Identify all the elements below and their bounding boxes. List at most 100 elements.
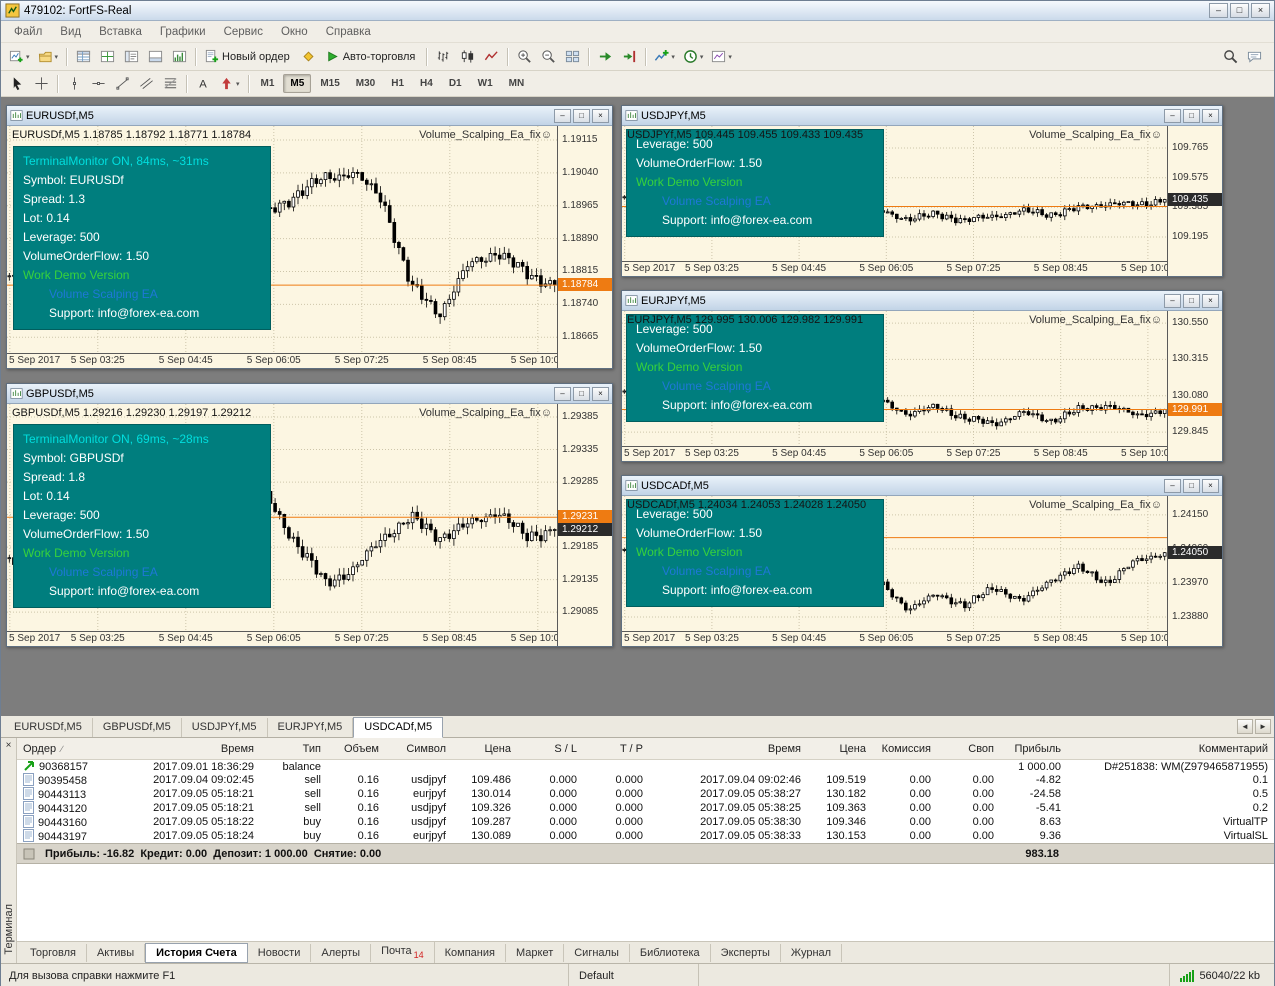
auto-trading-button[interactable]: Авто-торговля	[322, 46, 422, 68]
chart-maximize-button[interactable]: □	[1183, 108, 1200, 123]
terminal-close-button[interactable]: ×	[2, 740, 15, 753]
chart-plot-area[interactable]: TerminalMonitor ON, 69ms, ~28ms Symbol: G…	[7, 404, 557, 631]
column-header-close_price[interactable]: Цена	[807, 743, 872, 755]
chart-maximize-button[interactable]: □	[1183, 293, 1200, 308]
zoom-in-button[interactable]	[513, 46, 535, 68]
chart-maximize-button[interactable]: □	[573, 386, 590, 401]
history-row[interactable]: 90443160 2017.09.05 05:18:22 buy 0.16 usdjpy…	[17, 815, 1274, 829]
time-axis[interactable]: 5 Sep 2017 5 Sep 03:25 5 Sep 04:45 5 Sep 06…	[622, 446, 1167, 461]
chart-close-button[interactable]: ×	[592, 108, 609, 123]
history-row[interactable]: 90368157 2017.09.01 18:36:29 balance 1 000.…	[17, 760, 1274, 773]
time-axis[interactable]: 5 Sep 2017 5 Sep 03:25 5 Sep 04:45 5 Sep 06…	[622, 261, 1167, 276]
terminal-tab-2[interactable]: История Счета	[145, 942, 248, 963]
status-profile[interactable]: Default	[569, 964, 699, 986]
timeframe-mn-button[interactable]: MN	[502, 74, 532, 93]
search-button[interactable]	[1219, 46, 1241, 68]
column-header-swap[interactable]: Своп	[937, 743, 1000, 755]
column-header-commission[interactable]: Комиссия	[872, 743, 937, 755]
chart-tab-eurusdf[interactable]: EURUSDf,M5	[4, 718, 93, 737]
price-scale[interactable]: 1.293851.293351.292851.292351.291851.291…	[557, 404, 612, 646]
title-bar[interactable]: 479102: FortFS-Real – □ ×	[1, 1, 1274, 21]
menu-item-0[interactable]: Файл	[5, 23, 51, 41]
chart-maximize-button[interactable]: □	[1183, 478, 1200, 493]
timeframe-m1-button[interactable]: M1	[254, 74, 282, 93]
vline-button[interactable]	[63, 73, 85, 95]
cursor-button[interactable]	[6, 73, 28, 95]
auto-scroll-button[interactable]	[594, 46, 616, 68]
price-scale[interactable]: 130.550 130.315 130.080 129.845 129.991	[1167, 311, 1222, 461]
chart-tab-usdjpyf[interactable]: USDJPYf,M5	[182, 718, 268, 737]
terminal-tab-11[interactable]: Журнал	[781, 943, 843, 962]
line-chart-button[interactable]	[480, 46, 502, 68]
menu-item-6[interactable]: Справка	[317, 23, 380, 41]
chat-button[interactable]	[1243, 46, 1265, 68]
chart-close-button[interactable]: ×	[1202, 478, 1219, 493]
strategy-tester-button[interactable]	[168, 46, 190, 68]
history-row[interactable]: 90395458 2017.09.04 09:02:45 sell 0.16 usdjp…	[17, 773, 1274, 787]
chart-window-titlebar[interactable]: GBPUSDf,M5 – □ ×	[7, 384, 612, 404]
column-header-tp[interactable]: T / P	[583, 743, 649, 755]
chart-minimize-button[interactable]: –	[1164, 108, 1181, 123]
tab-scroll-right-button[interactable]: ►	[1255, 719, 1271, 734]
column-header-order[interactable]: Ордер ∕	[17, 743, 112, 755]
periods-button[interactable]: ▾	[680, 46, 707, 68]
terminal-tab-1[interactable]: Активы	[87, 943, 146, 962]
chart-window-titlebar[interactable]: USDJPYf,M5 – □ ×	[622, 106, 1222, 126]
terminal-tab-6[interactable]: Компания	[435, 943, 506, 962]
tab-scroll-left-button[interactable]: ◄	[1237, 719, 1253, 734]
chart-tab-usdcadf[interactable]: USDCADf,M5	[353, 717, 444, 738]
text-tool-button[interactable]: A	[192, 73, 214, 95]
timeframe-h4-button[interactable]: H4	[413, 74, 440, 93]
timeframe-h1-button[interactable]: H1	[384, 74, 411, 93]
history-row[interactable]: 90443113 2017.09.05 05:18:21 sell 0.16 eurjp…	[17, 787, 1274, 801]
time-axis[interactable]: 5 Sep 2017 5 Sep 03:25 5 Sep 04:45 5 Sep 06…	[7, 631, 557, 646]
timeframe-m15-button[interactable]: M15	[313, 74, 346, 93]
crosshair-button[interactable]	[30, 73, 52, 95]
navigator-button[interactable]	[120, 46, 142, 68]
price-scale[interactable]: 1.19115 1.19040 1.18965 1.18890 1.18815 1.187…	[557, 126, 612, 368]
terminal-tab-0[interactable]: Торговля	[20, 943, 87, 962]
data-window-button[interactable]	[96, 46, 118, 68]
timeframe-d1-button[interactable]: D1	[442, 74, 469, 93]
chart-minimize-button[interactable]: –	[554, 108, 571, 123]
chart-close-button[interactable]: ×	[1202, 108, 1219, 123]
trendline-button[interactable]	[111, 73, 133, 95]
chart-minimize-button[interactable]: –	[554, 386, 571, 401]
window-minimize-button[interactable]: –	[1209, 3, 1228, 18]
chart-close-button[interactable]: ×	[592, 386, 609, 401]
metaeditor-button[interactable]	[298, 46, 320, 68]
chart-tab-gbpusdf[interactable]: GBPUSDf,M5	[93, 718, 182, 737]
column-header-open_time[interactable]: Время	[112, 743, 260, 755]
terminal-tab-7[interactable]: Маркет	[506, 943, 565, 962]
chart-window-titlebar[interactable]: USDCADf,M5 – □ ×	[622, 476, 1222, 496]
column-header-sl[interactable]: S / L	[517, 743, 583, 755]
chart-close-button[interactable]: ×	[1202, 293, 1219, 308]
timeframe-m30-button[interactable]: M30	[349, 74, 382, 93]
price-scale[interactable]: 1.241501.240601.239701.238801.24050	[1167, 496, 1222, 646]
terminal-tab-4[interactable]: Алерты	[311, 943, 372, 962]
menu-item-3[interactable]: Графики	[151, 23, 215, 41]
terminal-tab-10[interactable]: Эксперты	[711, 943, 781, 962]
menu-item-2[interactable]: Вставка	[90, 23, 151, 41]
tile-windows-button[interactable]	[561, 46, 583, 68]
chart-minimize-button[interactable]: –	[1164, 478, 1181, 493]
indicators-button[interactable]: ▾	[651, 46, 678, 68]
chart-tab-eurjpyf[interactable]: EURJPYf,M5	[268, 718, 354, 737]
candlesticks-button[interactable]	[456, 46, 478, 68]
column-header-open_price[interactable]: Цена	[452, 743, 517, 755]
market-watch-button[interactable]	[72, 46, 94, 68]
column-header-volume[interactable]: Объем	[327, 743, 385, 755]
channel-button[interactable]	[135, 73, 157, 95]
chart-minimize-button[interactable]: –	[1164, 293, 1181, 308]
zoom-out-button[interactable]	[537, 46, 559, 68]
column-header-close_time[interactable]: Время	[649, 743, 807, 755]
arrows-tool-button[interactable]: ▾	[216, 73, 243, 95]
terminal-panel-button[interactable]	[144, 46, 166, 68]
new-chart-button[interactable]: ▾	[6, 46, 33, 68]
terminal-tab-5[interactable]: Почта 14	[371, 942, 435, 963]
chart-plot-area[interactable]: TerminalMonitor ON, 84ms, ~31ms Symbol: E…	[7, 126, 557, 353]
history-row[interactable]: 90443120 2017.09.05 05:18:21 sell 0.16 usdjp…	[17, 801, 1274, 815]
terminal-tab-3[interactable]: Новости	[248, 943, 312, 962]
hline-button[interactable]	[87, 73, 109, 95]
time-axis[interactable]: 5 Sep 2017 5 Sep 03:25 5 Sep 04:45 5 Sep 06…	[7, 353, 557, 368]
